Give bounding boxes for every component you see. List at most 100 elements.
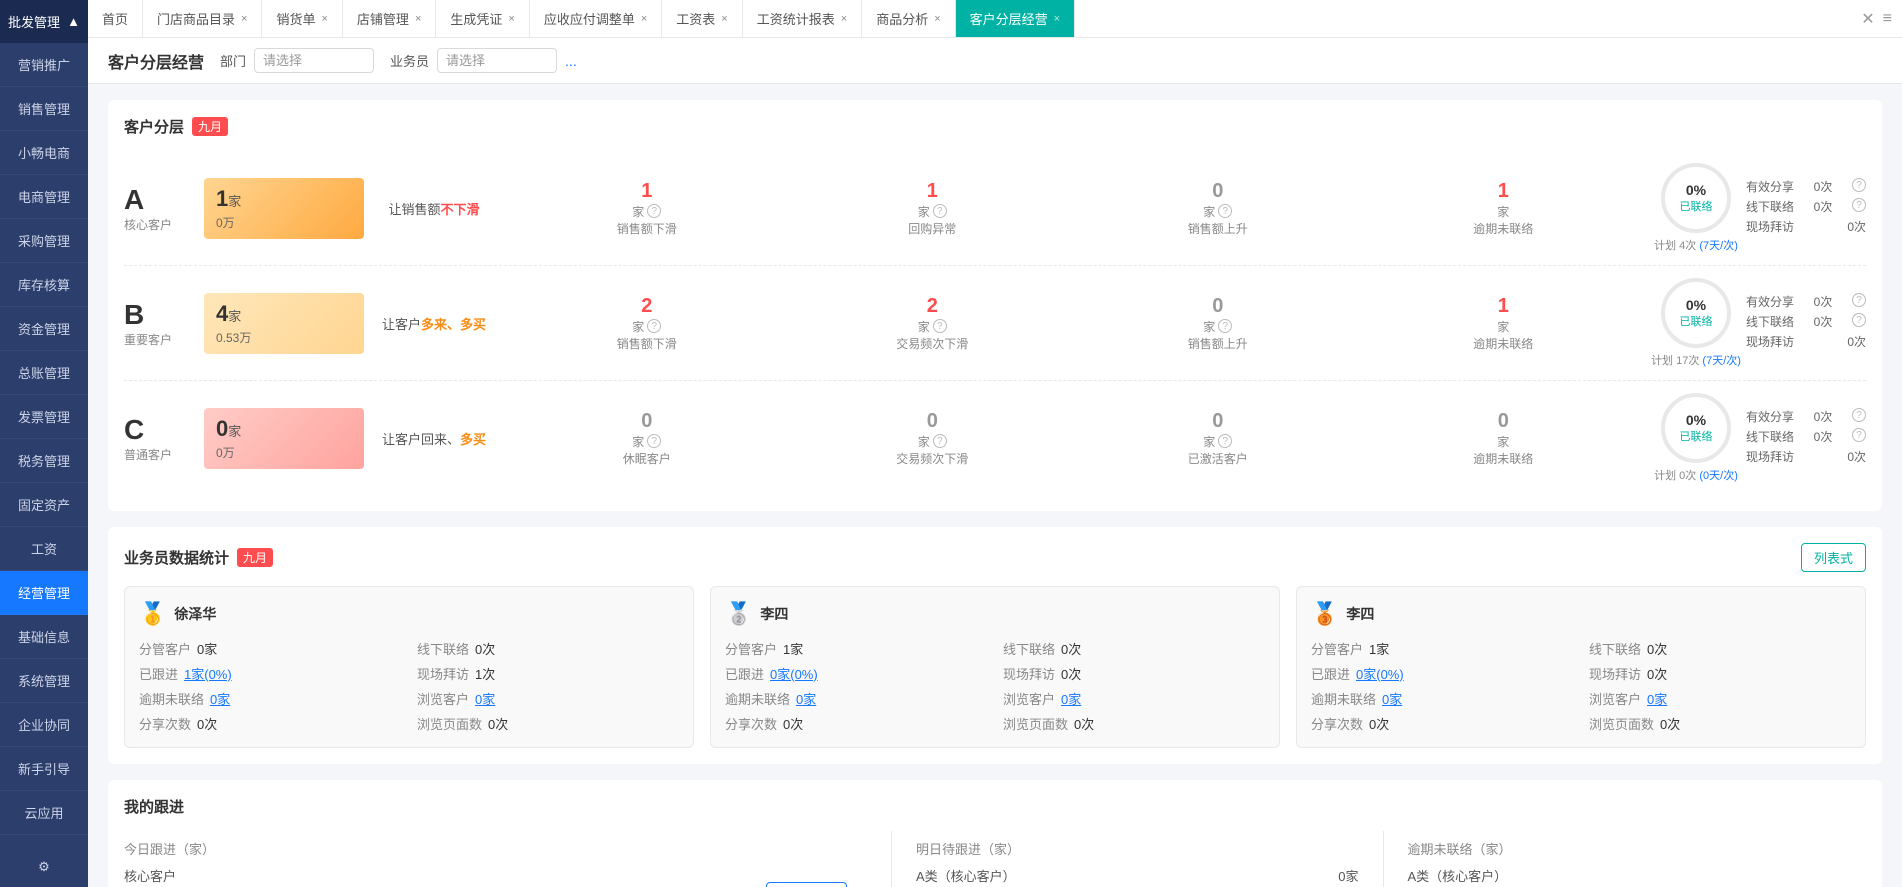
tier-stat-c: 0 家? 休眠客户 0 家? 交易频次下滑 0 家? 已激活客户 <box>504 406 1646 471</box>
info-icon[interactable]: ? <box>1218 204 1232 218</box>
staff-card-3: 🥉 李四 分管客户 1家 线下联络 0次 <box>1296 586 1866 748</box>
goto-followup-button[interactable]: 去跟进 <box>766 882 847 887</box>
close-icon[interactable]: × <box>321 13 327 25</box>
close-icon[interactable]: × <box>841 13 847 25</box>
sidebar-settings[interactable]: ⚙ <box>0 847 88 887</box>
sidebar-item-资金管理[interactable]: 资金管理 <box>0 307 88 351</box>
staff-stat-row: 浏览页面数 0次 <box>1003 714 1265 733</box>
close-icon[interactable]: × <box>1054 13 1060 25</box>
staff-stats-1: 分管客户 0家 线下联络 0次 已跟进 1家(0%) <box>139 639 679 733</box>
sidebar-item-小畅电商[interactable]: 小畅电商 <box>0 131 88 175</box>
followup-link[interactable]: 0家(0%) <box>1356 664 1404 683</box>
tab-bar: 首页 门店商品目录× 销货单× 店铺管理× 生成凭证× 应收应付调整单× 工资表… <box>88 0 1902 38</box>
staff-stat-row: 逾期未联络 0家 <box>139 689 401 708</box>
sidebar-item-企业协同[interactable]: 企业协同 <box>0 703 88 747</box>
info-icon[interactable]: ? <box>1852 178 1866 192</box>
tab-store-products[interactable]: 门店商品目录× <box>143 0 262 38</box>
tab-close-all-icon[interactable]: ✕ <box>1861 9 1874 29</box>
info-icon[interactable]: ? <box>933 204 947 218</box>
info-icon[interactable]: ? <box>933 434 947 448</box>
info-icon[interactable]: ? <box>647 319 661 333</box>
tier-actions-b: 有效分享 0次 ? 线下联络 0次 ? 现场拜访 0次 <box>1746 293 1866 353</box>
sidebar-item-电商管理[interactable]: 电商管理 <box>0 175 88 219</box>
dept-label: 部门 <box>220 51 246 70</box>
more-button[interactable]: ... <box>565 53 577 69</box>
stat-overdue-c: 0 家 逾期未联络 <box>1361 406 1647 471</box>
staff-select[interactable]: 请选择 <box>437 48 557 73</box>
tab-ap-adjust[interactable]: 应收应付调整单× <box>530 0 662 38</box>
sidebar-item-新手引导[interactable]: 新手引导 <box>0 747 88 791</box>
sidebar-item-总账管理[interactable]: 总账管理 <box>0 351 88 395</box>
page-title: 客户分层经营 <box>108 49 204 73</box>
sidebar-item-云应用[interactable]: 云应用 <box>0 791 88 835</box>
staff-stat-row: 分管客户 1家 <box>1311 639 1573 658</box>
tomorrow-followup: 明日待跟进（家） A类（核心客户） 0家 <box>900 831 1375 887</box>
divider <box>891 831 892 887</box>
sidebar-item-税务管理[interactable]: 税务管理 <box>0 439 88 483</box>
tier-count-a: 1家 0万 <box>204 178 364 239</box>
sidebar-item-库存核算[interactable]: 库存核算 <box>0 263 88 307</box>
browse-link[interactable]: 0家 <box>475 689 495 708</box>
dept-select[interactable]: 请选择 <box>254 48 374 73</box>
overdue-link[interactable]: 0家 <box>1382 689 1402 708</box>
tab-home[interactable]: 首页 <box>88 0 143 38</box>
contact-plan-link[interactable]: (0天/次) <box>1699 470 1738 482</box>
sidebar-item-销售管理[interactable]: 销售管理 <box>0 87 88 131</box>
sidebar-item-基础信息[interactable]: 基础信息 <box>0 615 88 659</box>
staff-stat-row: 逾期未联络 0家 <box>1311 689 1573 708</box>
sidebar-item-工资[interactable]: 工资 <box>0 527 88 571</box>
close-icon[interactable]: × <box>641 13 647 25</box>
staff-stat-row: 分享次数 0次 <box>1311 714 1573 733</box>
followup-link[interactable]: 0家(0%) <box>770 664 818 683</box>
tomorrow-title: 明日待跟进（家） <box>916 839 1359 858</box>
sidebar-header[interactable]: 批发管理 ▲ <box>0 0 88 43</box>
tab-gen-voucher[interactable]: 生成凭证× <box>436 0 529 38</box>
tier-row-a: A 核心客户 1家 0万 让销售额不下滑 1 家? 销售额下滑 <box>124 151 1866 266</box>
info-icon[interactable]: ? <box>1218 319 1232 333</box>
staff-name-1: 徐泽华 <box>174 604 216 624</box>
info-icon[interactable]: ? <box>1852 313 1866 327</box>
browse-link[interactable]: 0家 <box>1061 689 1081 708</box>
overdue-link[interactable]: 0家 <box>210 689 230 708</box>
tab-shop-manage[interactable]: 店铺管理× <box>343 0 436 38</box>
info-icon[interactable]: ? <box>1852 198 1866 212</box>
tab-payroll[interactable]: 工资表× <box>662 0 742 38</box>
overdue-title: 逾期未联络（家） <box>1408 839 1851 858</box>
sidebar-item-采购管理[interactable]: 采购管理 <box>0 219 88 263</box>
tab-sales-order[interactable]: 销货单× <box>262 0 342 38</box>
info-icon[interactable]: ? <box>1852 293 1866 307</box>
sidebar-item-发票管理[interactable]: 发票管理 <box>0 395 88 439</box>
followup-section: 我的跟进 今日跟进（家） 核心客户 已联络 未联络 工作内容 1 <box>108 780 1882 887</box>
close-icon[interactable]: × <box>415 13 421 25</box>
tier-label-c: C 普通客户 <box>124 414 204 463</box>
sidebar-item-固定资产[interactable]: 固定资产 <box>0 483 88 527</box>
sidebar-collapse-icon: ▲ <box>67 14 80 29</box>
sidebar-item-营销推广[interactable]: 营销推广 <box>0 43 88 87</box>
sidebar: 批发管理 ▲ 营销推广 销售管理 小畅电商 电商管理 采购管理 库存核算 资金管… <box>0 0 88 887</box>
info-icon[interactable]: ? <box>1218 434 1232 448</box>
sidebar-item-系统管理[interactable]: 系统管理 <box>0 659 88 703</box>
close-icon[interactable]: × <box>721 13 727 25</box>
info-icon[interactable]: ? <box>647 204 661 218</box>
contact-plan-link[interactable]: (7天/次) <box>1699 240 1738 252</box>
close-icon[interactable]: × <box>934 13 940 25</box>
info-icon[interactable]: ? <box>647 434 661 448</box>
tab-customer-tier[interactable]: 客户分层经营× <box>956 0 1075 38</box>
info-icon[interactable]: ? <box>933 319 947 333</box>
info-icon[interactable]: ? <box>1852 408 1866 422</box>
staff-section-title: 业务员数据统计 九月 <box>124 547 273 568</box>
close-icon[interactable]: × <box>508 13 514 25</box>
close-icon[interactable]: × <box>241 13 247 25</box>
medal-icon-1: 🥇 <box>139 601 166 627</box>
sidebar-item-经营管理[interactable]: 经营管理 <box>0 571 88 615</box>
tab-more-icon[interactable]: ≡ <box>1883 10 1892 28</box>
tab-product-analysis[interactable]: 商品分析× <box>862 0 955 38</box>
browse-link[interactable]: 0家 <box>1647 689 1667 708</box>
tab-payroll-report[interactable]: 工资统计报表× <box>743 0 862 38</box>
info-icon[interactable]: ? <box>1852 428 1866 442</box>
list-view-button[interactable]: 列表式 <box>1801 543 1866 572</box>
tier-suggestion-a: 让销售额不下滑 <box>364 199 504 218</box>
overdue-link[interactable]: 0家 <box>796 689 816 708</box>
contact-plan-link[interactable]: (7天/次) <box>1702 355 1741 367</box>
followup-link[interactable]: 1家(0%) <box>184 664 232 683</box>
